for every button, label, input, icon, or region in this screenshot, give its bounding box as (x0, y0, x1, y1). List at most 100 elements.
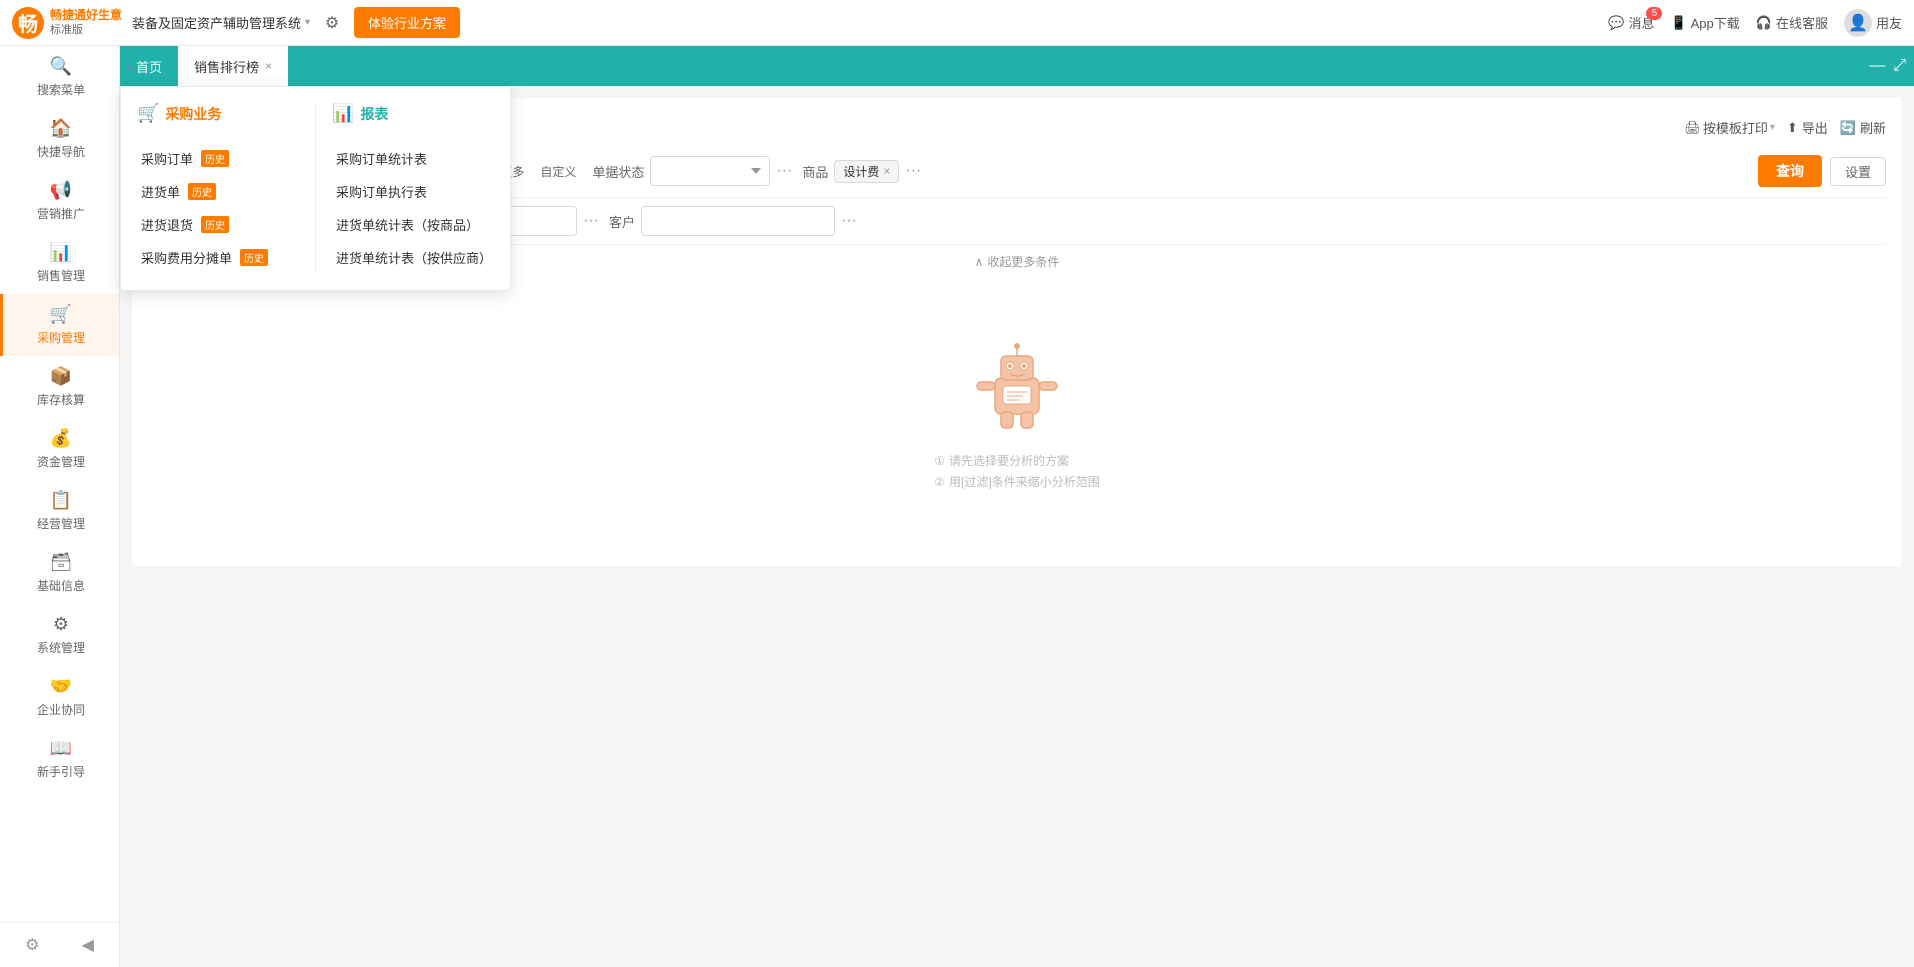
goods-tag-value: 设计费 (843, 163, 879, 180)
header-settings-icon[interactable]: ⚙ (318, 9, 346, 37)
online-service-label: 在线客服 (1776, 13, 1828, 32)
tab-maximize-icon[interactable]: ⤢ (1893, 57, 1906, 75)
order-stats-label: 采购订单统计表 (336, 149, 427, 168)
sidebar-item-marketing[interactable]: 📢 营销推广 (0, 170, 119, 232)
customer-filter: 客户 ··· (609, 206, 857, 236)
menu-item-incoming-stats-goods[interactable]: 进货单统计表（按商品） (332, 208, 494, 241)
empty-hint-2: 用[过滤]条件来缩小分析范围 (934, 473, 1099, 490)
top-header: 畅 畅捷通好生意 标准版 装备及固定资产辅助管理系统 ▾ ⚙ 体验行业方案 💬 … (0, 0, 1914, 46)
cart-icon: 🛒 (50, 304, 72, 325)
sidebar-item-sales[interactable]: 📊 销售管理 (0, 232, 119, 294)
status-label: 单据状态 (592, 162, 644, 181)
sidebar-item-label: 销售管理 (37, 267, 85, 284)
history-badge-purchase-order: 历史 (201, 150, 229, 167)
sidebar-item-label: 资金管理 (37, 453, 85, 470)
shortcut-custom[interactable]: 自定义 (534, 161, 582, 182)
logo-line2: 标准版 (50, 23, 122, 37)
tab-close-icon[interactable]: × (265, 59, 272, 73)
menu-item-order-stats[interactable]: 采购订单统计表 (332, 142, 494, 175)
export-action[interactable]: ⬆ 导出 (1787, 118, 1828, 137)
handshake-icon: 🤝 (50, 676, 72, 697)
menu-item-purchase-order[interactable]: 采购订单 历史 (137, 142, 299, 175)
print-action[interactable]: 🖨 按模板打印 ▾ (1684, 118, 1775, 137)
sidebar-item-basic[interactable]: 🗃 基础信息 (0, 542, 119, 604)
user-action[interactable]: 👤 用友 (1844, 9, 1902, 37)
app-download-action[interactable]: 📱 App下载 (1670, 13, 1739, 32)
refresh-label: 刷新 (1860, 118, 1886, 137)
sidebar-item-finance[interactable]: 💰 资金管理 (0, 418, 119, 480)
sidebar-item-quick-nav[interactable]: 🏠 快捷导航 (0, 108, 119, 170)
status-filter: 单据状态 ··· (592, 156, 792, 186)
sidebar-item-label: 新手引导 (37, 763, 85, 780)
purchase-section-label: 采购业务 (165, 104, 221, 124)
toolbar-right: 🖨 按模板打印 ▾ ⬆ 导出 🔄 刷新 (1684, 118, 1886, 137)
sidebar: 🔍 搜索菜单 🏠 快捷导航 📢 营销推广 📊 销售管理 🛒 采购管理 📦 库存核… (0, 46, 120, 967)
purchase-section-title: 🛒 采购业务 (137, 103, 299, 130)
megaphone-icon: 📢 (50, 180, 72, 201)
purchase-dropdown-menu: 🛒 采购业务 采购订单 历史 进货单 历史 进货退货 历史 采购费用分摊单 历史… (120, 86, 511, 291)
tab-home[interactable]: 首页 (120, 46, 178, 86)
tab-home-label: 首页 (136, 57, 162, 76)
header-right: 💬 消息 5 📱 App下载 🎧 在线客服 👤 用友 (1608, 9, 1902, 37)
chart-icon: 📊 (50, 242, 72, 263)
customer-ellipsis[interactable]: ··· (841, 212, 857, 230)
status-ellipsis[interactable]: ··· (776, 162, 792, 180)
customer-input[interactable] (641, 206, 835, 236)
salesperson-ellipsis[interactable]: ··· (583, 212, 599, 230)
refresh-action[interactable]: 🔄 刷新 (1840, 118, 1886, 137)
bottom-settings-icon[interactable]: ⚙ (25, 935, 39, 955)
tab-bar: 首页 销售排行榜 × — ⤢ (120, 46, 1914, 86)
goods-tag-close[interactable]: × (883, 164, 890, 178)
report-section-title: 📊 报表 (332, 103, 494, 130)
online-service-action[interactable]: 🎧 在线客服 (1756, 13, 1828, 32)
collapse-label: 收起更多条件 (987, 253, 1059, 270)
chevron-down-icon[interactable]: ▾ (305, 17, 310, 28)
sidebar-item-purchase[interactable]: 🛒 采购管理 (0, 294, 119, 356)
collapse-button[interactable]: ∧ 收起更多条件 (975, 253, 1060, 270)
trial-button[interactable]: 体验行业方案 (354, 7, 460, 38)
status-select[interactable] (650, 156, 770, 186)
export-label: 导出 (1802, 118, 1828, 137)
sidebar-item-search[interactable]: 🔍 搜索菜单 (0, 46, 119, 108)
money-icon: 💰 (50, 428, 72, 449)
incoming-stats-supplier-label: 进货单统计表（按供应商） (336, 248, 490, 267)
tab-sales-ranking-label: 销售排行榜 (194, 57, 259, 76)
menu-item-expense[interactable]: 采购费用分摊单 历史 (137, 241, 299, 274)
purchase-menu-section: 🛒 采购业务 采购订单 历史 进货单 历史 进货退货 历史 采购费用分摊单 历史 (137, 103, 299, 274)
return-label: 进货退货 (141, 215, 193, 234)
sidebar-item-guide[interactable]: 📖 新手引导 (0, 728, 119, 790)
export-icon: ⬆ (1787, 120, 1798, 136)
sidebar-item-system[interactable]: ⚙ 系统管理 (0, 604, 119, 666)
sidebar-item-label: 基础信息 (37, 577, 85, 594)
purchase-order-label: 采购订单 (141, 149, 193, 168)
tab-sales-ranking[interactable]: 销售排行榜 × (178, 46, 288, 86)
report-menu-section: 📊 报表 采购订单统计表 采购订单执行表 进货单统计表（按商品） 进货单统计表（… (332, 103, 494, 274)
menu-item-order-exec[interactable]: 采购订单执行表 (332, 175, 494, 208)
sidebar-item-operations[interactable]: 📋 经营管理 (0, 480, 119, 542)
goods-ellipsis[interactable]: ··· (905, 162, 921, 180)
purchase-section-icon: 🛒 (137, 103, 159, 124)
sidebar-item-cooperation[interactable]: 🤝 企业协同 (0, 666, 119, 728)
menu-item-incoming[interactable]: 进货单 历史 (137, 175, 299, 208)
message-icon: 💬 (1608, 15, 1624, 31)
logo-line1: 畅捷通好生意 (50, 8, 122, 24)
printer-icon: 🖨 (1684, 120, 1701, 136)
logo-area: 畅 畅捷通好生意 标准版 (12, 7, 132, 39)
message-action[interactable]: 💬 消息 5 (1608, 13, 1654, 32)
menu-item-return[interactable]: 进货退货 历史 (137, 208, 299, 241)
logo-icon: 畅 (12, 7, 44, 39)
customer-label: 客户 (609, 212, 635, 231)
settings-button[interactable]: 设置 (1830, 157, 1886, 186)
refresh-icon: 🔄 (1840, 120, 1856, 136)
collapse-icon[interactable]: ◀ (82, 935, 94, 955)
header-center: 装备及固定资产辅助管理系统 ▾ ⚙ 体验行业方案 (132, 7, 1608, 38)
empty-hints: 请先选择要分析的方案 用[过滤]条件来缩小分析范围 (934, 448, 1099, 494)
user-label: 用友 (1876, 13, 1902, 32)
incoming-stats-goods-label: 进货单统计表（按商品） (336, 215, 479, 234)
goods-label: 商品 (802, 162, 828, 181)
tab-minimize-icon[interactable]: — (1869, 57, 1885, 75)
sidebar-item-inventory[interactable]: 📦 库存核算 (0, 356, 119, 418)
incoming-label: 进货单 (141, 182, 180, 201)
menu-item-incoming-stats-supplier[interactable]: 进货单统计表（按供应商） (332, 241, 494, 274)
query-button[interactable]: 查询 (1758, 155, 1822, 187)
